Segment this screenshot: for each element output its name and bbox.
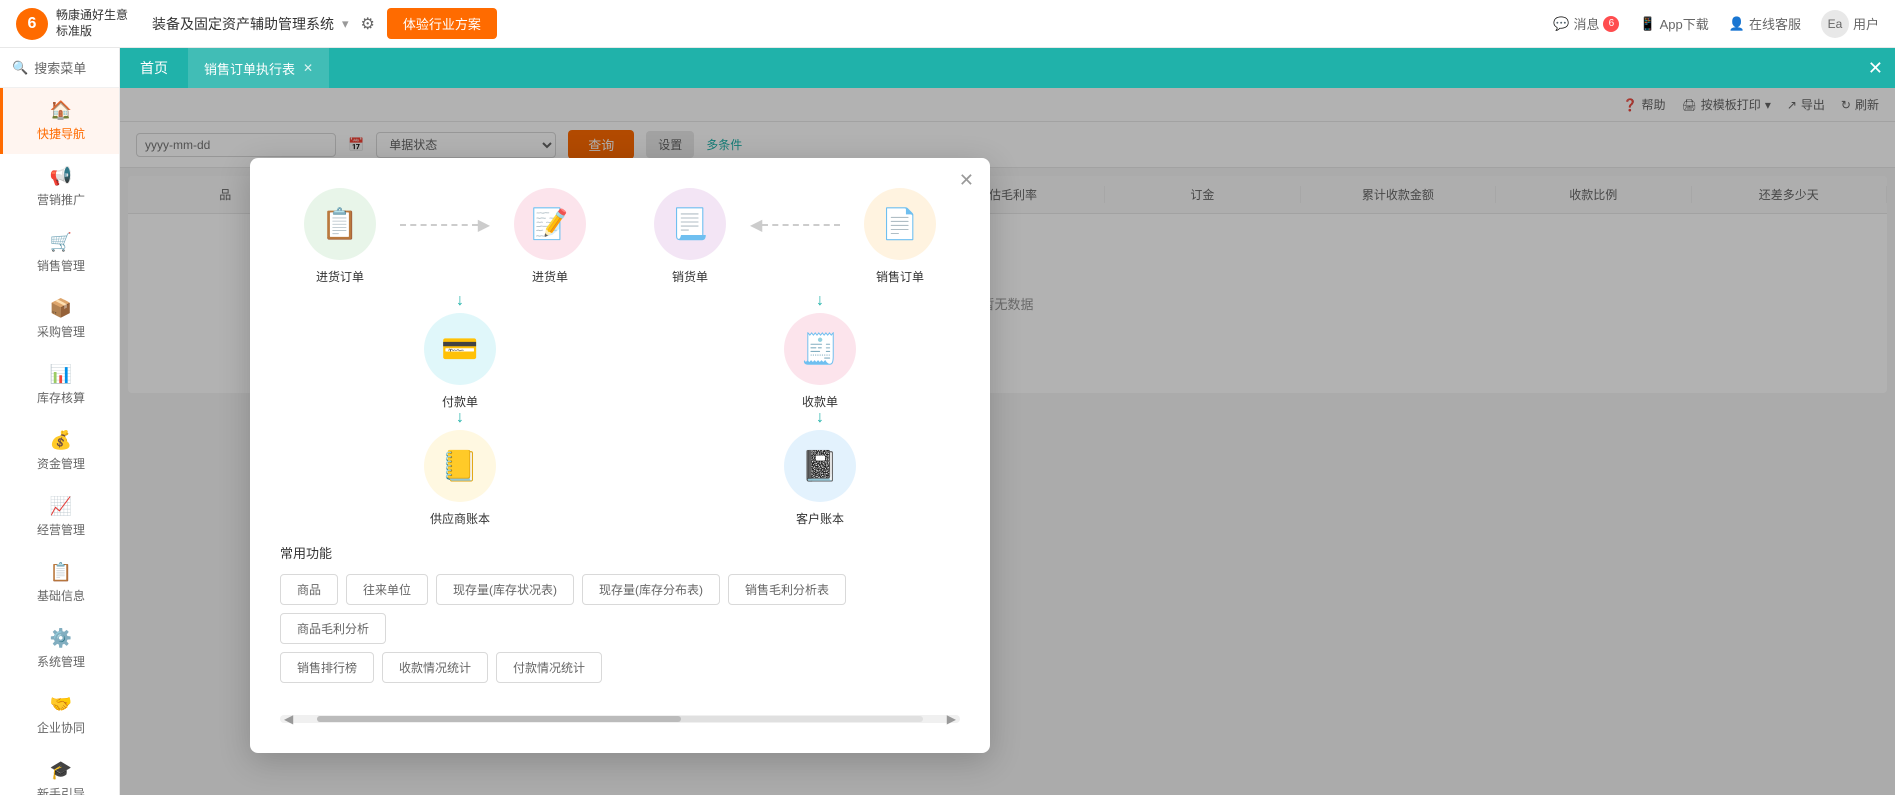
sales-bill-label: 销货单 (672, 268, 708, 285)
handshake-icon: 🤝 (50, 694, 72, 715)
header-right: 💬 消息 6 📱 App下载 👤 在线客服 Ea 用户 (1553, 10, 1879, 38)
online-service-button[interactable]: 👤 在线客服 (1729, 14, 1801, 33)
purchase-bill-label: 进货单 (532, 268, 568, 285)
chart-icon: 📊 (50, 364, 72, 385)
customer-account-node[interactable]: 📓 客户账本 (760, 430, 880, 527)
receipt-circle: 🧾 (784, 313, 856, 385)
graduate-icon: 🎓 (50, 760, 72, 781)
tab-sales-order[interactable]: 销售订单执行表 ✕ (188, 48, 329, 88)
megaphone-icon: 📢 (50, 166, 72, 187)
main-area: 首页 销售订单执行表 ✕ ✕ ❓ 帮助 🖨 按模板打印 ▾ ↗ (120, 48, 1895, 795)
supplier-account-label: 供应商账本 (430, 510, 490, 527)
logo-area: 6 畅康通好生意 标准版 (16, 8, 136, 40)
func-btn-sales-analysis[interactable]: 销售毛利分析表 (728, 574, 846, 605)
sales-order-label: 销售订单 (876, 268, 924, 285)
sidebar-item-operation[interactable]: 📈 经营管理 (0, 484, 119, 550)
purchase-order-node[interactable]: 📋 进货订单 (280, 188, 400, 285)
sales-bill-circle: 📃 (654, 188, 726, 260)
sidebar-item-sales[interactable]: 🛒 销售管理 (0, 220, 119, 286)
tab-close-icon[interactable]: ✕ (303, 61, 313, 75)
avatar: Ea (1821, 10, 1849, 38)
service-icon: 👤 (1729, 16, 1745, 32)
trending-icon: 📈 (50, 496, 72, 517)
func-buttons-row2: 销售排行榜 收款情况统计 付款情况统计 (280, 652, 960, 683)
func-btn-stock-dist[interactable]: 现存量(库存分布表) (582, 574, 720, 605)
func-btn-product[interactable]: 商品 (280, 574, 338, 605)
phone-icon: 📱 (1639, 16, 1655, 32)
scroll-track (317, 716, 923, 722)
tab-home[interactable]: 首页 (120, 48, 188, 88)
box-icon: 📦 (50, 298, 72, 319)
purchase-bill-circle: 📝 (514, 188, 586, 260)
func-btn-sales-rank[interactable]: 销售排行榜 (280, 652, 374, 683)
sidebar-item-marketing[interactable]: 📢 营销推广 (0, 154, 119, 220)
sales-bill-node[interactable]: 📃 销货单 (630, 188, 750, 285)
payment-label: 付款单 (442, 393, 478, 410)
scroll-left-icon[interactable]: ◀ (280, 712, 297, 726)
modal-overlay: ✕ 📋 进货订单 (120, 88, 1895, 795)
func-buttons-row1: 商品 往来单位 现存量(库存状况表) 现存量(库存分布表) 销售毛利分析表 商品… (280, 574, 960, 644)
common-functions: 常用功能 商品 往来单位 现存量(库存状况表) 现存量(库存分布表) 销售毛利分… (280, 527, 960, 699)
purchase-order-label: 进货订单 (316, 268, 364, 285)
sidebar-item-inventory[interactable]: 📊 库存核算 (0, 352, 119, 418)
supplier-account-node[interactable]: 📒 供应商账本 (400, 430, 520, 527)
modal-close-button[interactable]: ✕ (959, 170, 974, 191)
modal-dialog: ✕ 📋 进货订单 (250, 158, 990, 753)
trial-button[interactable]: 体验行业方案 (387, 8, 497, 39)
logo-icon: 6 (16, 8, 48, 40)
func-btn-payment-stats[interactable]: 付款情况统计 (496, 652, 602, 683)
app-download-button[interactable]: 📱 App下载 (1639, 14, 1708, 33)
system-title: 装备及固定资产辅助管理系统 (152, 14, 334, 34)
receipt-node[interactable]: 🧾 收款单 (760, 313, 880, 410)
tab-bar: 首页 销售订单执行表 ✕ ✕ (120, 48, 1895, 88)
func-btn-stock-status[interactable]: 现存量(库存状况表) (436, 574, 574, 605)
scroll-right-icon[interactable]: ▶ (943, 712, 960, 726)
sidebar-item-quick-nav[interactable]: 🏠 快捷导航 (0, 88, 119, 154)
supplier-account-circle: 📒 (424, 430, 496, 502)
sidebar-item-basic[interactable]: 📋 基础信息 (0, 550, 119, 616)
clipboard-icon: 📋 (50, 562, 72, 583)
receipt-label: 收款单 (802, 393, 838, 410)
scroll-thumb (317, 716, 680, 722)
payment-circle: 💳 (424, 313, 496, 385)
modal-scrollbar[interactable]: ◀ ▶ (280, 715, 960, 723)
search-menu-button[interactable]: 🔍 搜索菜单 (0, 48, 119, 88)
close-all-icon[interactable]: ✕ (1868, 58, 1883, 79)
func-btn-receipt-stats[interactable]: 收款情况统计 (382, 652, 488, 683)
func-btn-product-profit[interactable]: 商品毛利分析 (280, 613, 386, 644)
func-btn-partner[interactable]: 往来单位 (346, 574, 428, 605)
sidebar-item-system[interactable]: ⚙️ 系统管理 (0, 616, 119, 682)
home-icon: 🏠 (50, 100, 72, 121)
sales-order-node[interactable]: 📄 销售订单 (840, 188, 960, 285)
content-area: ❓ 帮助 🖨 按模板打印 ▾ ↗ 导出 ↻ 刷新 (120, 88, 1895, 795)
search-icon: 🔍 (12, 60, 28, 76)
customer-account-label: 客户账本 (796, 510, 844, 527)
customer-account-circle: 📓 (784, 430, 856, 502)
sidebar: 🔍 搜索菜单 🏠 快捷导航 📢 营销推广 🛒 销售管理 📦 采购管理 📊 库存核… (0, 48, 120, 795)
settings-icon: ⚙️ (50, 628, 72, 649)
system-title-area: 装备及固定资产辅助管理系统 ▾ ⚙ (152, 14, 375, 34)
sidebar-item-purchase[interactable]: 📦 采购管理 (0, 286, 119, 352)
sidebar-item-finance[interactable]: 💰 资金管理 (0, 418, 119, 484)
top-header: 6 畅康通好生意 标准版 装备及固定资产辅助管理系统 ▾ ⚙ 体验行业方案 💬 … (0, 0, 1895, 48)
user-area[interactable]: Ea 用户 (1821, 10, 1879, 38)
money-icon: 💰 (50, 430, 72, 451)
cart-icon: 🛒 (50, 232, 72, 253)
sidebar-item-guide[interactable]: 🎓 新手引导 (0, 748, 119, 795)
logo-text: 畅康通好生意 标准版 (56, 8, 128, 39)
dropdown-icon[interactable]: ▾ (342, 16, 349, 32)
purchase-order-circle: 📋 (304, 188, 376, 260)
common-func-title: 常用功能 (280, 543, 960, 562)
gear-icon[interactable]: ⚙ (361, 14, 375, 34)
sidebar-item-enterprise[interactable]: 🤝 企业协同 (0, 682, 119, 748)
message-icon: 💬 (1553, 16, 1569, 32)
purchase-bill-node[interactable]: 📝 进货单 (490, 188, 610, 285)
payment-node[interactable]: 💳 付款单 (400, 313, 520, 410)
message-button[interactable]: 💬 消息 6 (1553, 14, 1619, 33)
sales-order-circle: 📄 (864, 188, 936, 260)
